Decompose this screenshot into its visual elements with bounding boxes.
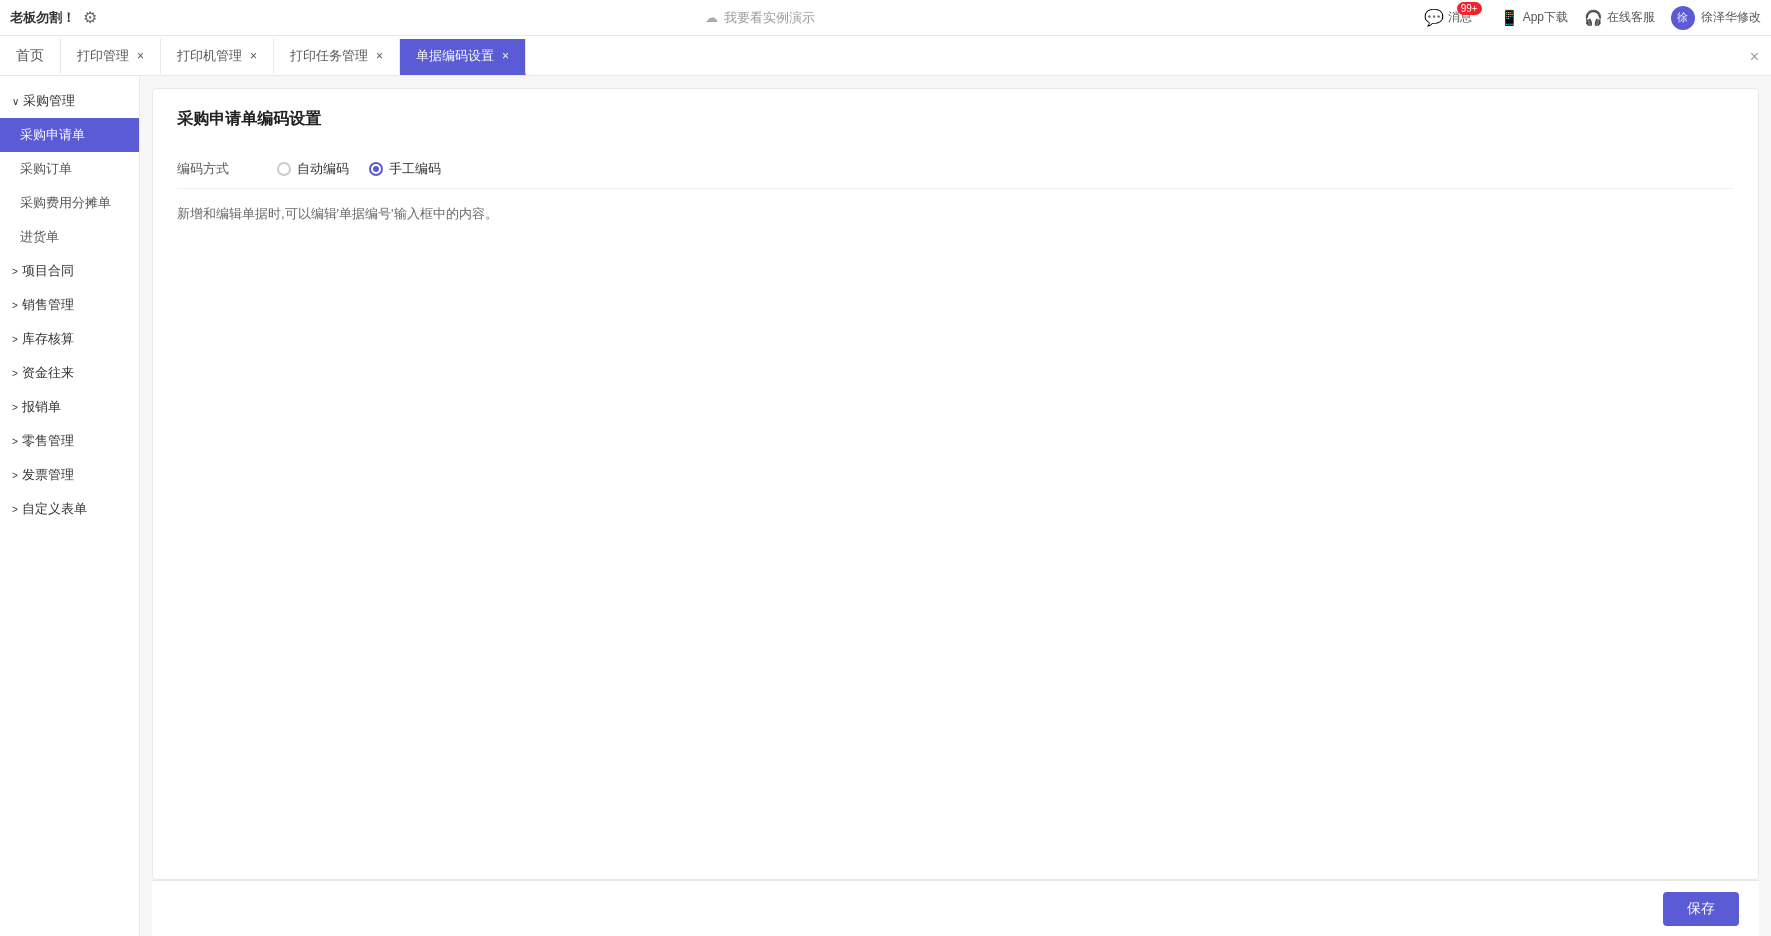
brand-label: 老板勿割！: [10, 9, 75, 27]
tab-printer-manage[interactable]: 打印机管理 ×: [161, 39, 274, 75]
sidebar-item-purchase-expense[interactable]: 采购费用分摊单: [0, 186, 139, 220]
sidebar-group-project-label: 项目合同: [22, 262, 74, 280]
chevron-sales-icon: >: [12, 300, 18, 311]
sidebar-group-return-label: 报销单: [22, 398, 61, 416]
content-area: 采购申请单编码设置 编码方式 自动编码 手工编码 新增和编辑单据时,可以编辑'单…: [140, 76, 1771, 936]
manual-code-label: 手工编码: [389, 160, 441, 178]
tab-print-task[interactable]: 打印任务管理 ×: [274, 39, 400, 75]
sidebar-group-custom-form-label: 自定义表单: [22, 500, 87, 518]
sidebar-item-stock-in[interactable]: 进货单: [0, 220, 139, 254]
tab-print-manage[interactable]: 打印管理 ×: [61, 39, 161, 75]
page-title: 采购申请单编码设置: [177, 109, 1734, 130]
tab-code-setting[interactable]: 单据编码设置 ×: [400, 39, 526, 75]
sidebar-group-purchase[interactable]: ∨ 采购管理: [0, 84, 139, 118]
chevron-purchase-icon: ∨: [12, 96, 19, 107]
chevron-project-icon: >: [12, 266, 18, 277]
cloud-icon: ☁: [705, 10, 718, 25]
sidebar-item-purchase-apply[interactable]: 采购申请单: [0, 118, 139, 152]
content-footer: 保存: [152, 880, 1759, 936]
chevron-capital-icon: >: [12, 368, 18, 379]
auto-code-radio[interactable]: 自动编码: [277, 160, 349, 178]
settings-icon[interactable]: ⚙: [83, 8, 97, 27]
sidebar-group-inventory[interactable]: > 库存核算: [0, 322, 139, 356]
message-group[interactable]: 💬 消息 99+: [1424, 8, 1472, 27]
sidebar-group-invoice[interactable]: > 发票管理: [0, 458, 139, 492]
sidebar-group-inventory-label: 库存核算: [22, 330, 74, 348]
sidebar-group-return[interactable]: > 报销单: [0, 390, 139, 424]
tab-printer-manage-label: 打印机管理: [177, 47, 242, 65]
tab-code-setting-label: 单据编码设置: [416, 47, 494, 65]
user-profile-group[interactable]: 徐 徐泽华修改: [1671, 6, 1761, 30]
chevron-return-icon: >: [12, 402, 18, 413]
chevron-custom-form-icon: >: [12, 504, 18, 515]
sidebar-group-project[interactable]: > 项目合同: [0, 254, 139, 288]
search-area[interactable]: ☁ 我要看实例演示: [705, 9, 815, 27]
tab-bar: 首页 打印管理 × 打印机管理 × 打印任务管理 × 单据编码设置 × ×: [0, 36, 1771, 76]
sidebar: ∨ 采购管理 采购申请单 采购订单 采购费用分摊单 进货单 > 项目合同 > 销…: [0, 76, 140, 936]
desc-text: 新增和编辑单据时,可以编辑'单据编号'输入框中的内容。: [177, 205, 1734, 223]
avatar: 徐: [1671, 6, 1695, 30]
download-icon: 📱: [1500, 9, 1519, 27]
search-label: 我要看实例演示: [724, 9, 815, 27]
top-bar: 老板勿割！ ⚙ ☁ 我要看实例演示 💬 消息 99+ 📱 App下载 🎧 在线客…: [0, 0, 1771, 36]
close-all-button[interactable]: ×: [1738, 39, 1771, 75]
tab-home[interactable]: 首页: [0, 39, 61, 75]
close-tab-code-setting[interactable]: ×: [502, 49, 509, 63]
app-download-label: App下载: [1523, 9, 1568, 26]
sidebar-item-purchase-order[interactable]: 采购订单: [0, 152, 139, 186]
message-icon: 💬: [1424, 8, 1444, 27]
message-badge: 99+: [1457, 2, 1482, 15]
online-service-label: 在线客服: [1607, 9, 1655, 26]
sidebar-group-sales-label: 销售管理: [22, 296, 74, 314]
radio-group: 自动编码 手工编码: [277, 160, 441, 178]
chevron-retail-icon: >: [12, 436, 18, 447]
close-tab-printer-manage[interactable]: ×: [250, 49, 257, 63]
coding-row: 编码方式 自动编码 手工编码: [177, 150, 1734, 189]
online-service-group[interactable]: 🎧 在线客服: [1584, 9, 1655, 27]
sidebar-group-retail-label: 零售管理: [22, 432, 74, 450]
sidebar-group-capital-label: 资金往来: [22, 364, 74, 382]
sidebar-group-capital[interactable]: > 资金往来: [0, 356, 139, 390]
tab-print-manage-label: 打印管理: [77, 47, 129, 65]
sidebar-group-retail[interactable]: > 零售管理: [0, 424, 139, 458]
top-bar-right: 💬 消息 99+ 📱 App下载 🎧 在线客服 徐 徐泽华修改: [1424, 6, 1761, 30]
app-download-group[interactable]: 📱 App下载: [1500, 9, 1568, 27]
manual-code-radio[interactable]: 手工编码: [369, 160, 441, 178]
sidebar-group-invoice-label: 发票管理: [22, 466, 74, 484]
service-icon: 🎧: [1584, 9, 1603, 27]
tab-print-task-label: 打印任务管理: [290, 47, 368, 65]
sidebar-group-purchase-label: 采购管理: [23, 92, 75, 110]
top-bar-left: 老板勿割！ ⚙: [10, 8, 97, 27]
auto-code-label: 自动编码: [297, 160, 349, 178]
sidebar-group-sales[interactable]: > 销售管理: [0, 288, 139, 322]
content-inner: 采购申请单编码设置 编码方式 自动编码 手工编码 新增和编辑单据时,可以编辑'单…: [152, 88, 1759, 880]
chevron-inventory-icon: >: [12, 334, 18, 345]
main-layout: ∨ 采购管理 采购申请单 采购订单 采购费用分摊单 进货单 > 项目合同 > 销…: [0, 76, 1771, 936]
coding-label: 编码方式: [177, 160, 237, 178]
user-name-label: 徐泽华修改: [1701, 9, 1761, 26]
save-button[interactable]: 保存: [1663, 892, 1739, 926]
sidebar-group-custom-form[interactable]: > 自定义表单: [0, 492, 139, 526]
close-tab-print-manage[interactable]: ×: [137, 49, 144, 63]
close-tab-print-task[interactable]: ×: [376, 49, 383, 63]
auto-code-radio-circle: [277, 162, 291, 176]
chevron-invoice-icon: >: [12, 470, 18, 481]
manual-code-radio-circle: [369, 162, 383, 176]
